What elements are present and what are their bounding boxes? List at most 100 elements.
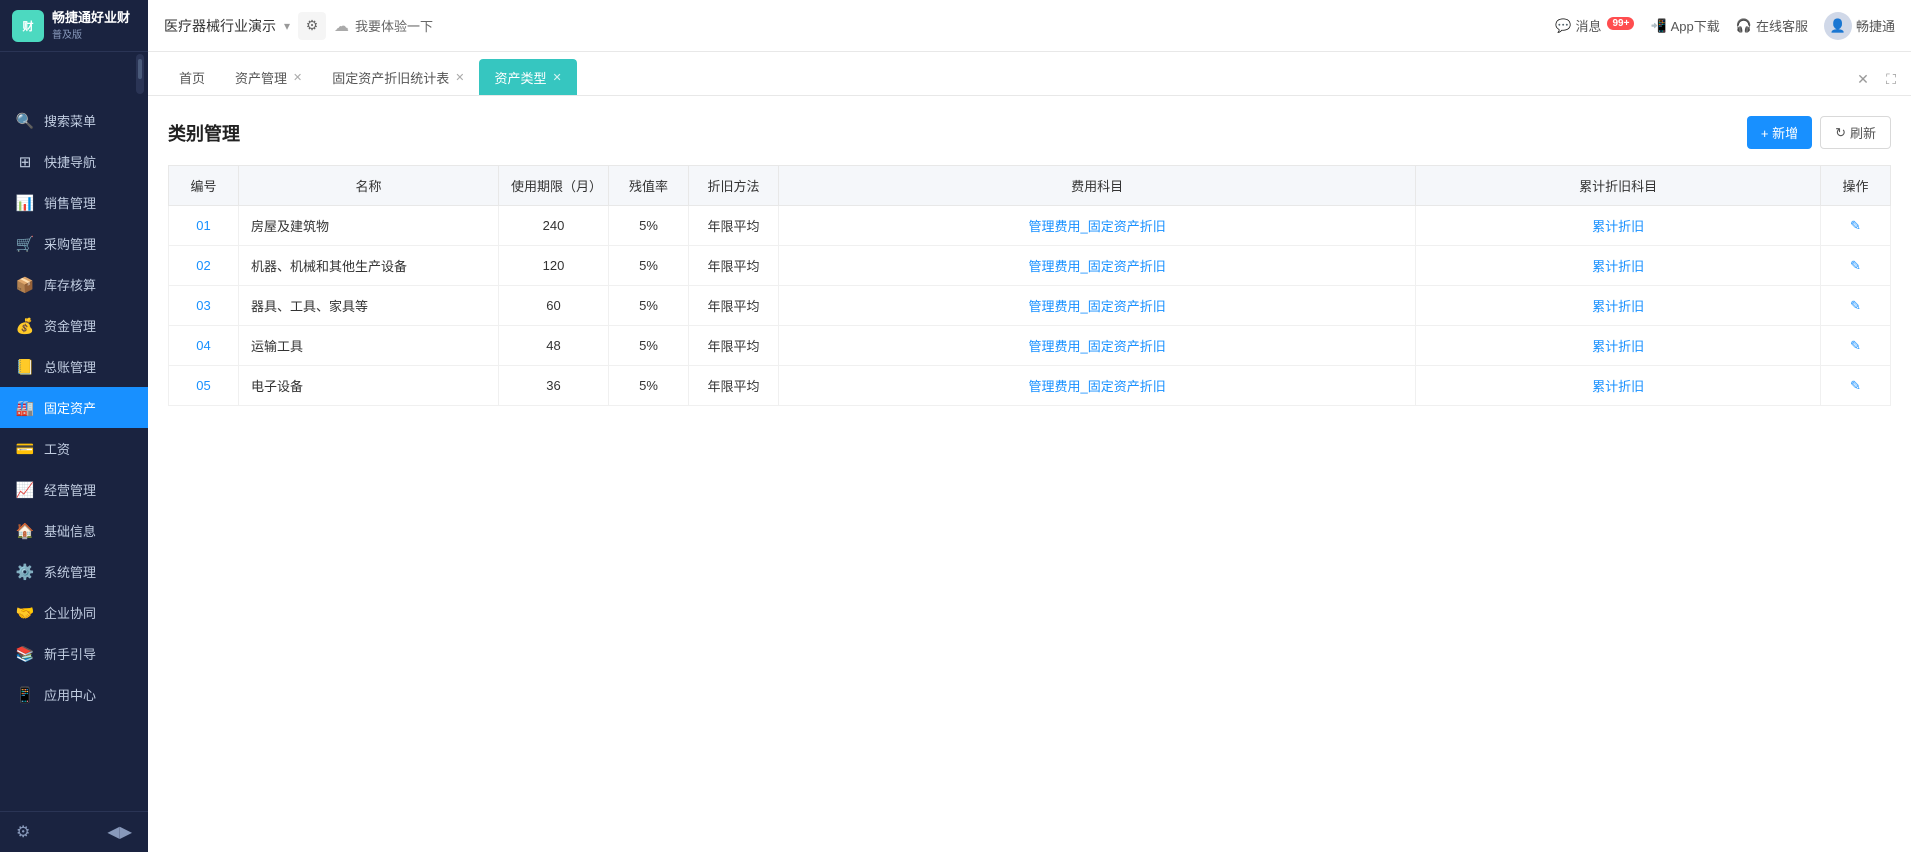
edit-icon-1[interactable]: ✎ — [1850, 258, 1861, 274]
fixed-asset-icon: 🏭 — [16, 399, 34, 417]
logo-area: 财 畅捷通好业财 普及版 — [0, 0, 148, 52]
sidebar-item-purchase[interactable]: 🛒 采购管理 — [0, 223, 148, 264]
edit-icon-2[interactable]: ✎ — [1850, 298, 1861, 314]
sidebar-item-funds[interactable]: 💰 资金管理 — [0, 305, 148, 346]
cell-period-4: 36 — [499, 366, 609, 406]
tab-depreciation[interactable]: 固定资产折旧统计表 ✕ — [317, 59, 479, 95]
collab-icon: 🤝 — [16, 604, 34, 622]
settings-icon[interactable]: ⚙ — [16, 822, 30, 842]
tab-home[interactable]: 首页 — [164, 59, 220, 95]
cell-accum-3: 累计折旧 — [1416, 326, 1821, 366]
cell-residual-2: 5% — [609, 286, 689, 326]
cloud-icon: ☁ — [334, 17, 349, 35]
cell-action-3[interactable]: ✎ — [1821, 326, 1891, 366]
table-row: 04 运输工具 48 5% 年限平均 管理费用_固定资产折旧 累计折旧 ✎ — [169, 326, 1891, 366]
company-dropdown-icon[interactable]: ▾ — [284, 19, 290, 33]
tab-close-depreciation[interactable]: ✕ — [455, 71, 464, 84]
download-icon: 📲 — [1650, 18, 1666, 34]
cell-action-2[interactable]: ✎ — [1821, 286, 1891, 326]
sidebar-item-collab[interactable]: 🤝 企业协同 — [0, 592, 148, 633]
online-service-button[interactable]: 🎧 在线客服 — [1736, 16, 1808, 35]
cell-name-4: 电子设备 — [239, 366, 499, 406]
app-download-button[interactable]: 📲 App下载 — [1650, 16, 1719, 35]
category-table: 编号 名称 使用期限（月） 残值率 折旧方法 费用科目 累计折旧科目 操作 01… — [168, 165, 1891, 406]
messages-button[interactable]: 💬 消息 99+ — [1555, 16, 1634, 35]
cell-action-1[interactable]: ✎ — [1821, 246, 1891, 286]
cell-code-2: 03 — [169, 286, 239, 326]
logo-icon: 财 — [12, 10, 44, 42]
sidebar-scrollbar[interactable] — [136, 54, 144, 94]
messages-badge: 99+ — [1607, 17, 1634, 30]
tab-asset-type[interactable]: 资产类型 ✕ — [479, 59, 576, 95]
cell-name-3: 运输工具 — [239, 326, 499, 366]
cell-method-3: 年限平均 — [689, 326, 779, 366]
cell-period-2: 60 — [499, 286, 609, 326]
cell-code-3: 04 — [169, 326, 239, 366]
edit-icon-4[interactable]: ✎ — [1850, 378, 1861, 394]
cell-code-0: 01 — [169, 206, 239, 246]
user-menu-button[interactable]: 👤 畅捷通 — [1824, 12, 1895, 40]
app-name: 畅捷通好业财 — [52, 10, 130, 26]
tab-asset-mgmt[interactable]: 资产管理 ✕ — [220, 59, 317, 95]
sidebar-item-base[interactable]: 🏠 基础信息 — [0, 510, 148, 551]
table-row: 01 房屋及建筑物 240 5% 年限平均 管理费用_固定资产折旧 累计折旧 ✎ — [169, 206, 1891, 246]
sidebar-item-system[interactable]: ⚙️ 系统管理 — [0, 551, 148, 592]
cell-expense-0: 管理费用_固定资产折旧 — [779, 206, 1416, 246]
cell-residual-3: 5% — [609, 326, 689, 366]
col-method: 折旧方法 — [689, 166, 779, 206]
cell-action-0[interactable]: ✎ — [1821, 206, 1891, 246]
company-settings-button[interactable]: ⚙ — [298, 12, 326, 40]
system-icon: ⚙️ — [16, 563, 34, 581]
search-icon: 🔍 — [16, 112, 34, 130]
sidebar-item-inventory[interactable]: 📦 库存核算 — [0, 264, 148, 305]
cell-code-1: 02 — [169, 246, 239, 286]
sidebar-toggle-icon[interactable]: ◀▶ — [107, 822, 132, 842]
sidebar-item-guide[interactable]: 📚 新手引导 — [0, 633, 148, 674]
tab-close-asset-type[interactable]: ✕ — [553, 71, 562, 84]
ops-icon: 📈 — [16, 481, 34, 499]
cell-expense-4: 管理费用_固定资产折旧 — [779, 366, 1416, 406]
cell-name-1: 机器、机械和其他生产设备 — [239, 246, 499, 286]
cell-name-0: 房屋及建筑物 — [239, 206, 499, 246]
edit-icon-3[interactable]: ✎ — [1850, 338, 1861, 354]
sidebar-item-apps[interactable]: 📱 应用中心 — [0, 674, 148, 715]
company-title: 医疗器械行业演示 — [164, 16, 276, 36]
table-row: 03 器具、工具、家具等 60 5% 年限平均 管理费用_固定资产折旧 累计折旧… — [169, 286, 1891, 326]
maximize-tab-button[interactable]: ⛶ — [1879, 67, 1903, 91]
sidebar-item-ledger[interactable]: 📒 总账管理 — [0, 346, 148, 387]
tab-close-asset-mgmt[interactable]: ✕ — [293, 71, 302, 84]
cell-expense-1: 管理费用_固定资产折旧 — [779, 246, 1416, 286]
ledger-icon: 📒 — [16, 358, 34, 376]
cell-method-4: 年限平均 — [689, 366, 779, 406]
col-period: 使用期限（月） — [499, 166, 609, 206]
col-expense: 费用科目 — [779, 166, 1416, 206]
cell-method-1: 年限平均 — [689, 246, 779, 286]
sidebar-item-ops[interactable]: 📈 经营管理 — [0, 469, 148, 510]
trial-button[interactable]: ☁ 我要体验一下 — [334, 16, 433, 35]
service-icon: 🎧 — [1736, 18, 1752, 34]
cell-accum-0: 累计折旧 — [1416, 206, 1821, 246]
sidebar-item-sales[interactable]: 📊 销售管理 — [0, 182, 148, 223]
guide-icon: 📚 — [16, 645, 34, 663]
sidebar-item-quicknav[interactable]: ⊞ 快捷导航 — [0, 141, 148, 182]
app-version: 普及版 — [52, 26, 130, 41]
sidebar-item-search[interactable]: 🔍 搜索菜单 — [0, 100, 148, 141]
table-row: 02 机器、机械和其他生产设备 120 5% 年限平均 管理费用_固定资产折旧 … — [169, 246, 1891, 286]
col-name: 名称 — [239, 166, 499, 206]
cell-code-4: 05 — [169, 366, 239, 406]
table-row: 05 电子设备 36 5% 年限平均 管理费用_固定资产折旧 累计折旧 ✎ — [169, 366, 1891, 406]
edit-icon-0[interactable]: ✎ — [1850, 218, 1861, 234]
refresh-icon: ↻ — [1835, 125, 1846, 141]
new-button[interactable]: + 新增 — [1747, 116, 1812, 149]
cell-expense-3: 管理费用_固定资产折旧 — [779, 326, 1416, 366]
cell-period-0: 240 — [499, 206, 609, 246]
sidebar-item-wage[interactable]: 💳 工资 — [0, 428, 148, 469]
cell-action-4[interactable]: ✎ — [1821, 366, 1891, 406]
close-tab-button[interactable]: ✕ — [1851, 67, 1875, 91]
cell-residual-1: 5% — [609, 246, 689, 286]
refresh-button[interactable]: ↻ 刷新 — [1820, 116, 1891, 149]
tabbar: 首页 资产管理 ✕ 固定资产折旧统计表 ✕ 资产类型 ✕ ✕ ⛶ — [148, 52, 1911, 96]
sales-icon: 📊 — [16, 194, 34, 212]
sidebar-item-fixed[interactable]: 🏭 固定资产 — [0, 387, 148, 428]
apps-icon: 📱 — [16, 686, 34, 704]
